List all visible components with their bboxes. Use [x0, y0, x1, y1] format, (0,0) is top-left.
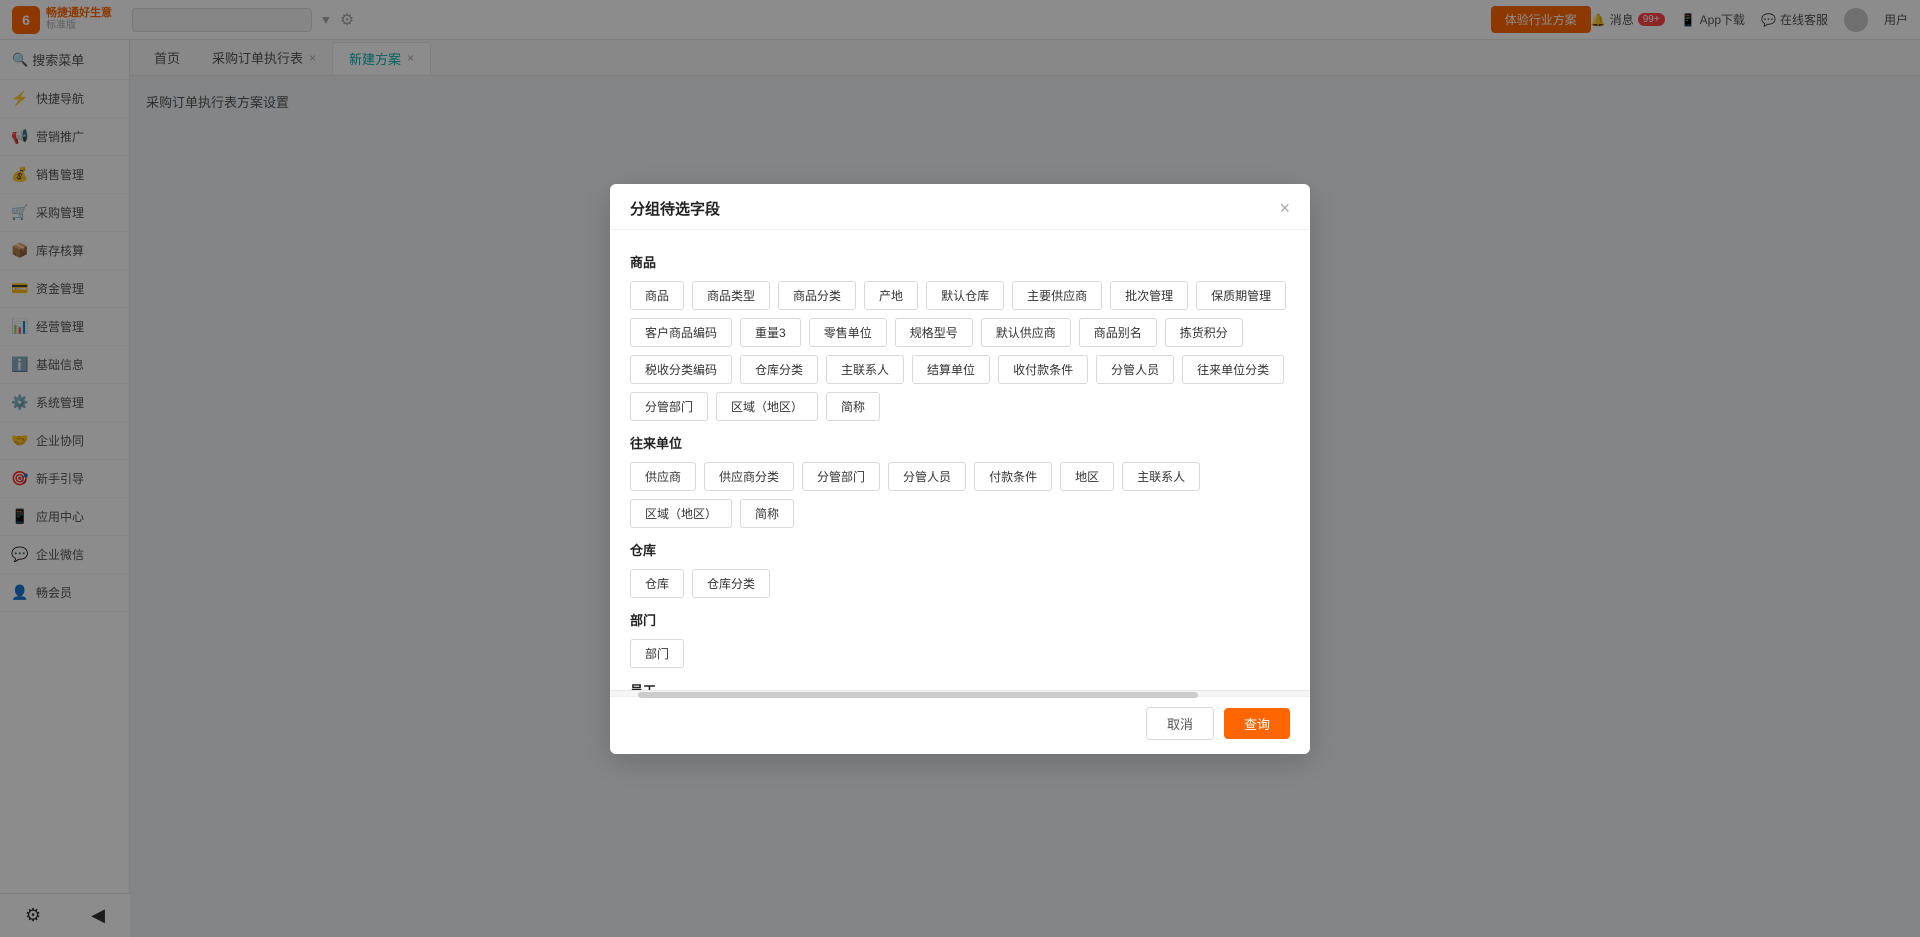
field-spec-model[interactable]: 规格型号 — [895, 318, 973, 347]
field-customer-code[interactable]: 客户商品编码 — [630, 318, 732, 347]
field-region-goods[interactable]: 区域（地区） — [716, 392, 818, 421]
modal-header: 分组待选字段 × — [610, 184, 1310, 230]
modal-footer: 取消 查询 — [610, 696, 1310, 754]
section-staff-title: 员工 — [630, 680, 1290, 690]
section-goods-title: 商品 — [630, 252, 1290, 271]
field-pick-points[interactable]: 拣货积分 — [1165, 318, 1243, 347]
confirm-button[interactable]: 查询 — [1224, 708, 1290, 739]
field-tax-code[interactable]: 税收分类编码 — [630, 355, 732, 384]
field-retail-unit[interactable]: 零售单位 — [809, 318, 887, 347]
horizontal-scrollbar[interactable] — [610, 690, 1310, 696]
field-short-name-goods[interactable]: 简称 — [826, 392, 880, 421]
section-partner-title: 往来单位 — [630, 433, 1290, 452]
field-main-supplier[interactable]: 主要供应商 — [1012, 281, 1102, 310]
partner-field-grid: 供应商 供应商分类 分管部门 分管人员 付款条件 地区 主联系人 区域（地区） … — [630, 462, 1290, 528]
scrollbar-thumb — [638, 692, 1198, 698]
modal-title: 分组待选字段 — [630, 198, 720, 219]
field-batch-mgmt[interactable]: 批次管理 — [1110, 281, 1188, 310]
field-supplier[interactable]: 供应商 — [630, 462, 696, 491]
field-goods-category[interactable]: 商品分类 — [778, 281, 856, 310]
field-goods-alias[interactable]: 商品别名 — [1079, 318, 1157, 347]
field-main-contact[interactable]: 主联系人 — [826, 355, 904, 384]
field-default-warehouse[interactable]: 默认仓库 — [926, 281, 1004, 310]
modal-dialog: 分组待选字段 × 商品 商品 商品类型 商品分类 产地 默认仓库 主要供应商 批… — [610, 184, 1310, 754]
warehouse-field-grid: 仓库 仓库分类 — [630, 569, 1290, 598]
field-supplier-category[interactable]: 供应商分类 — [704, 462, 794, 491]
field-person-partner[interactable]: 分管人员 — [888, 462, 966, 491]
modal-overlay: 分组待选字段 × 商品 商品 商品类型 商品分类 产地 默认仓库 主要供应商 批… — [0, 0, 1920, 937]
section-dept-title: 部门 — [630, 610, 1290, 629]
field-warehouse-category[interactable]: 仓库分类 — [740, 355, 818, 384]
field-pay-terms-partner[interactable]: 付款条件 — [974, 462, 1052, 491]
field-settlement-unit[interactable]: 结算单位 — [912, 355, 990, 384]
modal-close-button[interactable]: × — [1279, 199, 1290, 217]
field-short-name-partner[interactable]: 简称 — [740, 499, 794, 528]
field-expiry-mgmt[interactable]: 保质期管理 — [1196, 281, 1286, 310]
field-region2-partner[interactable]: 区域（地区） — [630, 499, 732, 528]
field-main-contact-partner[interactable]: 主联系人 — [1122, 462, 1200, 491]
field-origin[interactable]: 产地 — [864, 281, 918, 310]
field-dept-partner[interactable]: 分管部门 — [802, 462, 880, 491]
field-warehouse[interactable]: 仓库 — [630, 569, 684, 598]
goods-field-grid: 商品 商品类型 商品分类 产地 默认仓库 主要供应商 批次管理 保质期管理 客户… — [630, 281, 1290, 421]
field-dept-charge[interactable]: 分管部门 — [630, 392, 708, 421]
field-partner-category[interactable]: 往来单位分类 — [1182, 355, 1284, 384]
field-region-partner[interactable]: 地区 — [1060, 462, 1114, 491]
cancel-button[interactable]: 取消 — [1146, 707, 1214, 740]
modal-body: 商品 商品 商品类型 商品分类 产地 默认仓库 主要供应商 批次管理 保质期管理… — [610, 230, 1310, 690]
field-goods[interactable]: 商品 — [630, 281, 684, 310]
field-dept[interactable]: 部门 — [630, 639, 684, 668]
field-payment-terms[interactable]: 收付款条件 — [998, 355, 1088, 384]
field-warehouse-cat[interactable]: 仓库分类 — [692, 569, 770, 598]
field-goods-type[interactable]: 商品类型 — [692, 281, 770, 310]
dept-field-grid: 部门 — [630, 639, 1290, 668]
field-charge-person[interactable]: 分管人员 — [1096, 355, 1174, 384]
field-default-supplier[interactable]: 默认供应商 — [981, 318, 1071, 347]
section-warehouse-title: 仓库 — [630, 540, 1290, 559]
field-weight3[interactable]: 重量3 — [740, 318, 801, 347]
